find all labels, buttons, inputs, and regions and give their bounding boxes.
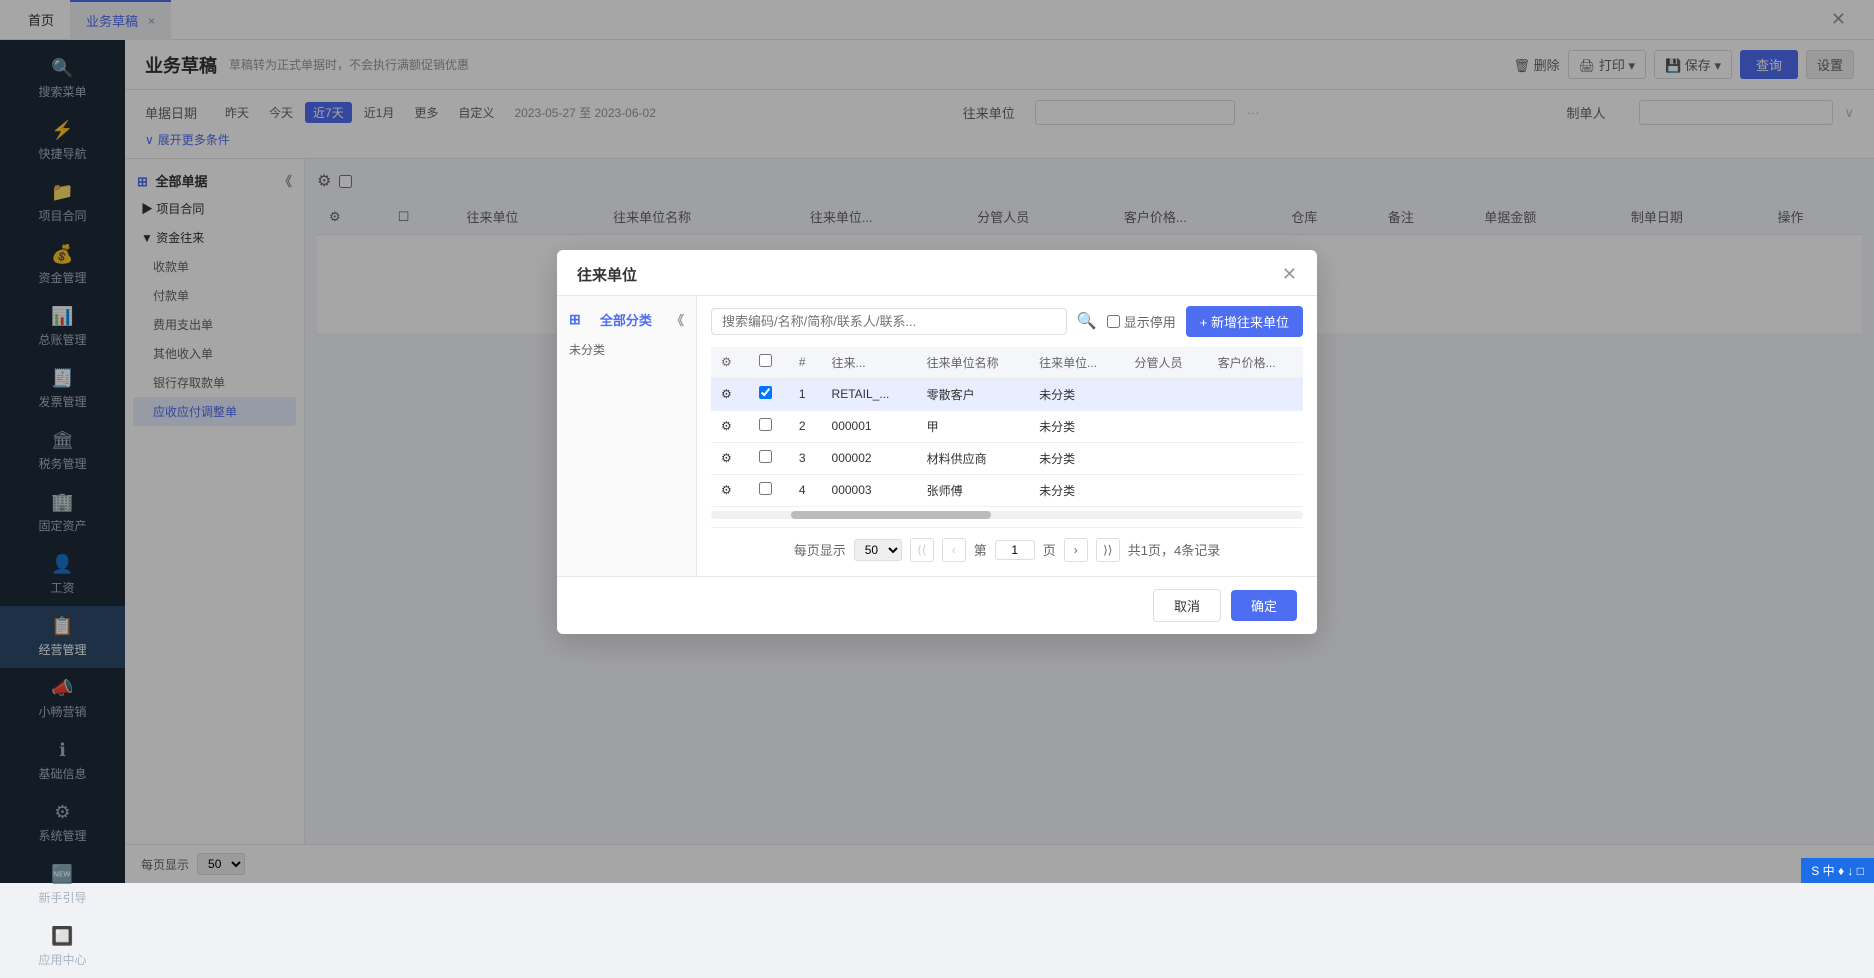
dialog-select-all-checkbox[interactable] — [759, 354, 772, 367]
col-price-level: 客户价格... — [1208, 347, 1303, 379]
row-settings[interactable]: ⚙ — [711, 410, 749, 442]
cancel-button[interactable]: 取消 — [1153, 589, 1221, 622]
partner-table: ⚙ # 往来... 往来单位名称 往来单位... 分管人员 客户价格... — [711, 347, 1303, 507]
dialog-table-row[interactable]: ⚙ 3 000002 材料供应商 未分类 — [711, 442, 1303, 474]
col-partner-code: 往来... — [822, 347, 917, 379]
row-settings-icon: ⚙ — [721, 419, 732, 433]
row-price — [1208, 474, 1303, 506]
row-manager — [1124, 410, 1207, 442]
row-category: 未分类 — [1029, 442, 1124, 474]
dialog-table-row[interactable]: ⚙ 4 000003 张师傅 未分类 — [711, 474, 1303, 506]
row-num: 1 — [789, 378, 822, 410]
row-code: 000003 — [822, 474, 917, 506]
search-icon[interactable]: 🔍 — [1077, 311, 1097, 331]
dialog-table-row[interactable]: ⚙ 2 000001 甲 未分类 — [711, 410, 1303, 442]
row-name: 材料供应商 — [917, 442, 1029, 474]
confirm-button[interactable]: 确定 — [1231, 590, 1297, 621]
row-select-checkbox[interactable] — [759, 386, 772, 399]
row-checkbox[interactable] — [749, 442, 789, 474]
col-category: 往来单位... — [1029, 347, 1124, 379]
row-code: RETAIL_... — [822, 378, 917, 410]
dialog-pagination: 每页显示 50 ⟨⟨ ‹ 第 页 › ⟩⟩ 共1页，4条记录 — [711, 527, 1303, 566]
row-category: 未分类 — [1029, 410, 1124, 442]
row-price — [1208, 442, 1303, 474]
row-settings-icon: ⚙ — [721, 451, 732, 465]
row-settings[interactable]: ⚙ — [711, 442, 749, 474]
row-checkbox[interactable] — [749, 474, 789, 506]
row-category: 未分类 — [1029, 474, 1124, 506]
dialog-close-button[interactable]: ✕ — [1282, 264, 1297, 285]
add-partner-button[interactable]: + 新增往来单位 — [1186, 306, 1303, 337]
next-page-button[interactable]: › — [1064, 538, 1088, 562]
first-page-button[interactable]: ⟨⟨ — [910, 538, 934, 562]
dialog-footer: 取消 确定 — [557, 576, 1317, 634]
status-bar: S 中 ♦ ↓ □ — [1801, 858, 1874, 883]
row-num: 4 — [789, 474, 822, 506]
row-manager — [1124, 474, 1207, 506]
partner-dialog: 往来单位 ✕ ⊞ 全部分类 《 未分类 🔍 — [557, 250, 1317, 634]
prev-page-button[interactable]: ‹ — [942, 538, 966, 562]
page-label-pre: 第 — [974, 540, 987, 559]
row-select-checkbox[interactable] — [759, 482, 772, 495]
col-settings-icon[interactable]: ⚙ — [711, 347, 749, 379]
total-records: 共1页，4条记录 — [1128, 540, 1220, 559]
row-name: 甲 — [917, 410, 1029, 442]
partner-table-wrap: ⚙ # 往来... 往来单位名称 往来单位... 分管人员 客户价格... — [711, 347, 1303, 507]
dialog-search-row: 🔍 显示停用 + 新增往来单位 — [711, 306, 1303, 337]
dialog-left-collapse-button[interactable]: 《 — [671, 310, 684, 329]
scroll-thumb — [791, 511, 991, 519]
page-number-input[interactable] — [995, 540, 1035, 560]
category-icon: ⊞ — [569, 311, 581, 328]
dialog-left-panel: ⊞ 全部分类 《 未分类 — [557, 296, 697, 576]
row-category: 未分类 — [1029, 378, 1124, 410]
dialog-overlay: 往来单位 ✕ ⊞ 全部分类 《 未分类 🔍 — [0, 0, 1874, 883]
dialog-left-header: ⊞ 全部分类 《 — [557, 304, 696, 335]
row-select-checkbox[interactable] — [759, 418, 772, 431]
row-num: 2 — [789, 410, 822, 442]
per-page-label: 每页显示 — [794, 540, 846, 559]
status-bar-text: S 中 ♦ ↓ □ — [1811, 862, 1864, 879]
row-price — [1208, 378, 1303, 410]
row-checkbox[interactable] — [749, 378, 789, 410]
show-disabled-checkbox[interactable] — [1107, 315, 1120, 328]
sidebar-label-app-center: 应用中心 — [38, 951, 86, 968]
app-center-icon: 🔲 — [51, 926, 73, 947]
row-settings[interactable]: ⚙ — [711, 474, 749, 506]
row-name: 张师傅 — [917, 474, 1029, 506]
col-manager: 分管人员 — [1124, 347, 1207, 379]
row-code: 000001 — [822, 410, 917, 442]
row-settings-icon: ⚙ — [721, 387, 732, 401]
dialog-category-unclassified[interactable]: 未分类 — [557, 335, 696, 364]
show-disabled-label: 显示停用 — [1124, 312, 1176, 331]
last-page-button[interactable]: ⟩⟩ — [1096, 538, 1120, 562]
per-page-select[interactable]: 50 — [854, 539, 902, 561]
dialog-table-row[interactable]: ⚙ 1 RETAIL_... 零散客户 未分类 — [711, 378, 1303, 410]
dialog-title: 往来单位 — [577, 264, 637, 285]
row-settings[interactable]: ⚙ — [711, 378, 749, 410]
row-code: 000002 — [822, 442, 917, 474]
dialog-right-panel: 🔍 显示停用 + 新增往来单位 ⚙ # — [697, 296, 1317, 576]
row-manager — [1124, 378, 1207, 410]
sidebar-label-new-guide: 新手引导 — [38, 889, 86, 906]
dialog-table-header: ⚙ # 往来... 往来单位名称 往来单位... 分管人员 客户价格... — [711, 347, 1303, 379]
dialog-category-label: 全部分类 — [600, 310, 652, 329]
row-num: 3 — [789, 442, 822, 474]
col-partner-name: 往来单位名称 — [917, 347, 1029, 379]
row-price — [1208, 410, 1303, 442]
sidebar-item-app-center[interactable]: 🔲 应用中心 — [0, 916, 125, 978]
partner-search-input[interactable] — [711, 308, 1067, 335]
col-num: # — [789, 347, 822, 379]
show-disabled-toggle[interactable]: 显示停用 — [1107, 312, 1176, 331]
page-label-post: 页 — [1043, 540, 1056, 559]
horizontal-scrollbar[interactable] — [711, 511, 1303, 519]
dialog-body: ⊞ 全部分类 《 未分类 🔍 显示停用 + 新增往来单位 — [557, 296, 1317, 576]
row-checkbox[interactable] — [749, 410, 789, 442]
dialog-header: 往来单位 ✕ — [557, 250, 1317, 296]
row-select-checkbox[interactable] — [759, 450, 772, 463]
row-settings-icon: ⚙ — [721, 483, 732, 497]
col-select-all[interactable] — [749, 347, 789, 379]
row-manager — [1124, 442, 1207, 474]
row-name: 零散客户 — [917, 378, 1029, 410]
